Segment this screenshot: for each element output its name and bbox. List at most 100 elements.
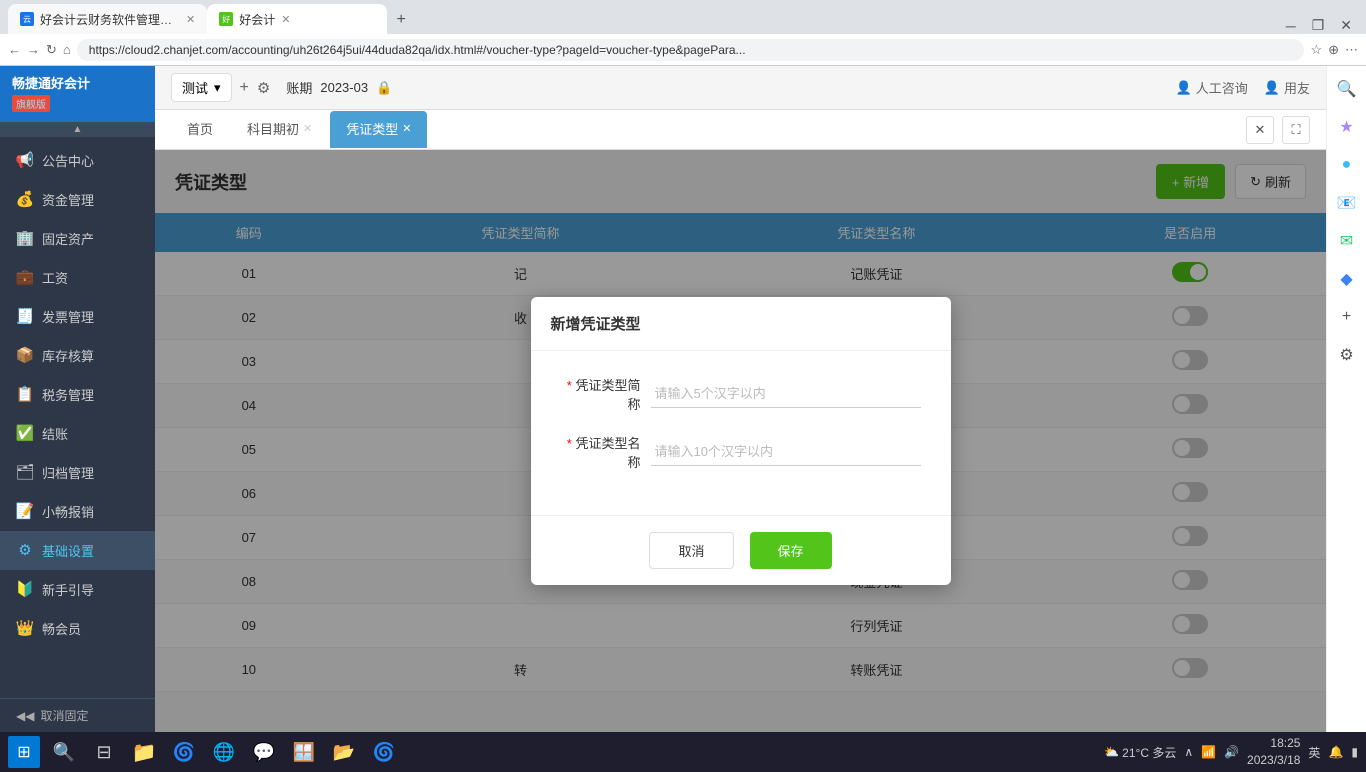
rp-gear-btn[interactable]: ⚙: [1332, 340, 1362, 370]
tab2-label: 好会计: [239, 11, 275, 28]
settings-btn[interactable]: ⚙: [257, 79, 270, 97]
tab-fullscreen-btn[interactable]: ⛶: [1282, 116, 1310, 144]
rp-diamond-btn[interactable]: ◆: [1332, 264, 1362, 294]
consult-button[interactable]: 👤 人工咨询: [1176, 78, 1248, 97]
sidebar-item-archive[interactable]: 🗂 归档管理: [0, 453, 155, 492]
sidebar-item-label: 发票管理: [42, 307, 94, 326]
tab-subjects-close[interactable]: ✕: [303, 122, 312, 135]
restore-btn[interactable]: ❐: [1306, 17, 1331, 34]
save-button[interactable]: 保存: [750, 532, 832, 569]
sidebar-item-capital[interactable]: 💰 资金管理: [0, 180, 155, 219]
add-company-btn[interactable]: +: [240, 79, 249, 97]
company-selector[interactable]: 测试 ▾: [171, 73, 232, 102]
short-input[interactable]: [651, 380, 921, 408]
minimize-btn[interactable]: ─: [1280, 18, 1302, 34]
close-btn[interactable]: ✕: [1334, 17, 1358, 34]
sidebar-item-tax[interactable]: 📋 税务管理: [0, 375, 155, 414]
rp-circle-btn[interactable]: ●: [1332, 150, 1362, 180]
tab-voucher-type-close[interactable]: ✕: [402, 122, 411, 135]
period-info: 账期 2023-03 🔒: [286, 78, 392, 97]
more-btn[interactable]: ⋯: [1345, 42, 1358, 58]
sidebar-item-label: 公告中心: [42, 151, 94, 170]
forward-btn[interactable]: →: [27, 42, 40, 57]
taskbar-wechat[interactable]: 💬: [248, 736, 280, 768]
sidebar-item-label: 工资: [42, 268, 68, 287]
salary-icon: 💼: [16, 268, 34, 286]
tab-home-label: 首页: [187, 119, 213, 138]
tab-home[interactable]: 首页: [171, 111, 229, 148]
taskbar-weather: ⛅ 21°C 多云: [1104, 744, 1176, 761]
user-button[interactable]: 👤 用友: [1264, 78, 1310, 97]
consult-icon: 👤: [1176, 80, 1192, 96]
sidebar-item-guide[interactable]: 🔰 新手引导: [0, 570, 155, 609]
taskbar-browser[interactable]: 🌀: [368, 736, 400, 768]
taskbar-notification[interactable]: 🔔: [1328, 745, 1343, 759]
name-input[interactable]: [651, 438, 921, 466]
sidebar-item-expense[interactable]: 📝 小畅报销: [0, 492, 155, 531]
sidebar-item-salary[interactable]: 💼 工资: [0, 258, 155, 297]
modal-dialog: 新增凭证类型 * 凭证类型简称 *: [531, 297, 951, 585]
taskbar-taskview[interactable]: ⊟: [88, 736, 120, 768]
scroll-up-indicator[interactable]: ▲: [0, 122, 155, 137]
extension-btn[interactable]: ⊕: [1328, 42, 1339, 58]
taskbar-chrome[interactable]: 🌐: [208, 736, 240, 768]
rp-add-btn[interactable]: +: [1332, 302, 1362, 332]
capital-icon: 💰: [16, 190, 34, 208]
sidebar-item-member[interactable]: 👑 畅会员: [0, 609, 155, 648]
bookmark-btn[interactable]: ☆: [1310, 42, 1322, 58]
taskbar-search[interactable]: 🔍: [48, 736, 80, 768]
unpin-label: 取消固定: [40, 707, 88, 724]
taskbar-windows[interactable]: 🪟: [288, 736, 320, 768]
cancel-button[interactable]: 取消: [649, 532, 733, 569]
user-label: 用友: [1284, 78, 1310, 97]
taskbar-lang: 英: [1308, 744, 1320, 761]
sidebar-item-announcement[interactable]: 📢 公告中心: [0, 141, 155, 180]
home-btn[interactable]: ⌂: [63, 42, 71, 57]
modal-footer: 取消 保存: [531, 515, 951, 585]
address-input[interactable]: [77, 39, 1305, 61]
sidebar-item-fixed-assets[interactable]: 🏢 固定资产: [0, 219, 155, 258]
refresh-btn[interactable]: ↻: [46, 42, 57, 58]
sidebar-item-settings[interactable]: ⚙ 基础设置: [0, 531, 155, 570]
tab-voucher-type[interactable]: 凭证类型 ✕: [330, 111, 427, 148]
modal-title: 新增凭证类型: [551, 316, 641, 333]
taskbar-edge[interactable]: 🌀: [168, 736, 200, 768]
sidebar-item-inventory[interactable]: 📦 库存核算: [0, 336, 155, 375]
sidebar-item-label: 固定资产: [42, 229, 94, 248]
tab-subjects[interactable]: 科目期初 ✕: [231, 111, 328, 148]
rp-mail-btn[interactable]: 📧: [1332, 188, 1362, 218]
sidebar-items: 📢 公告中心 💰 资金管理 🏢 固定资产 💼 工资 🧾 发票管理 📦 库: [0, 137, 155, 698]
company-dropdown-icon: ▾: [214, 80, 221, 96]
app-container: 畅捷通好会计 旗舰版 ▲ 📢 公告中心 💰 资金管理 🏢 固定资产 💼 工: [0, 66, 1366, 732]
fixed-assets-icon: 🏢: [16, 229, 34, 247]
taskbar-arrow-up[interactable]: ∧: [1184, 745, 1193, 759]
tab1-close[interactable]: ✕: [186, 13, 195, 26]
form-row-short: * 凭证类型简称: [561, 375, 921, 413]
rp-search-btn[interactable]: 🔍: [1332, 74, 1362, 104]
taskbar-desktop[interactable]: ▮: [1351, 745, 1358, 759]
member-icon: 👑: [16, 619, 34, 637]
archive-icon: 🗂: [16, 463, 34, 481]
taskbar-files[interactable]: 📁: [128, 736, 160, 768]
tab-subjects-label: 科目期初: [247, 119, 299, 138]
rp-msg-btn[interactable]: ✉: [1332, 226, 1362, 256]
required-star2: *: [567, 436, 572, 451]
sidebar-header: 畅捷通好会计 旗舰版: [0, 66, 155, 122]
taskbar-sound: 🔊: [1224, 745, 1239, 759]
browser-tab-2[interactable]: 好 好会计 ✕: [207, 4, 387, 34]
sidebar-item-settle[interactable]: ✅ 结账: [0, 414, 155, 453]
unpin-button[interactable]: ◀◀ 取消固定: [0, 698, 155, 732]
back-btn[interactable]: ←: [8, 42, 21, 57]
tab2-close[interactable]: ✕: [281, 13, 290, 26]
name-label: * 凭证类型名称: [561, 433, 651, 471]
taskbar-start[interactable]: ⊞: [8, 736, 40, 768]
new-tab-button[interactable]: +: [387, 6, 415, 34]
clock-time: 18:25: [1247, 735, 1300, 752]
tax-icon: 📋: [16, 385, 34, 403]
taskbar-folder[interactable]: 📂: [328, 736, 360, 768]
sidebar-item-invoice[interactable]: 🧾 发票管理: [0, 297, 155, 336]
address-bar: ← → ↻ ⌂ ☆ ⊕ ⋯: [0, 34, 1366, 66]
tab-close-panel-btn[interactable]: ✕: [1246, 116, 1274, 144]
browser-tab-1[interactable]: 云 好会计云财务软件管理系统_会计 ✕: [8, 4, 207, 34]
rp-star-btn[interactable]: ★: [1332, 112, 1362, 142]
